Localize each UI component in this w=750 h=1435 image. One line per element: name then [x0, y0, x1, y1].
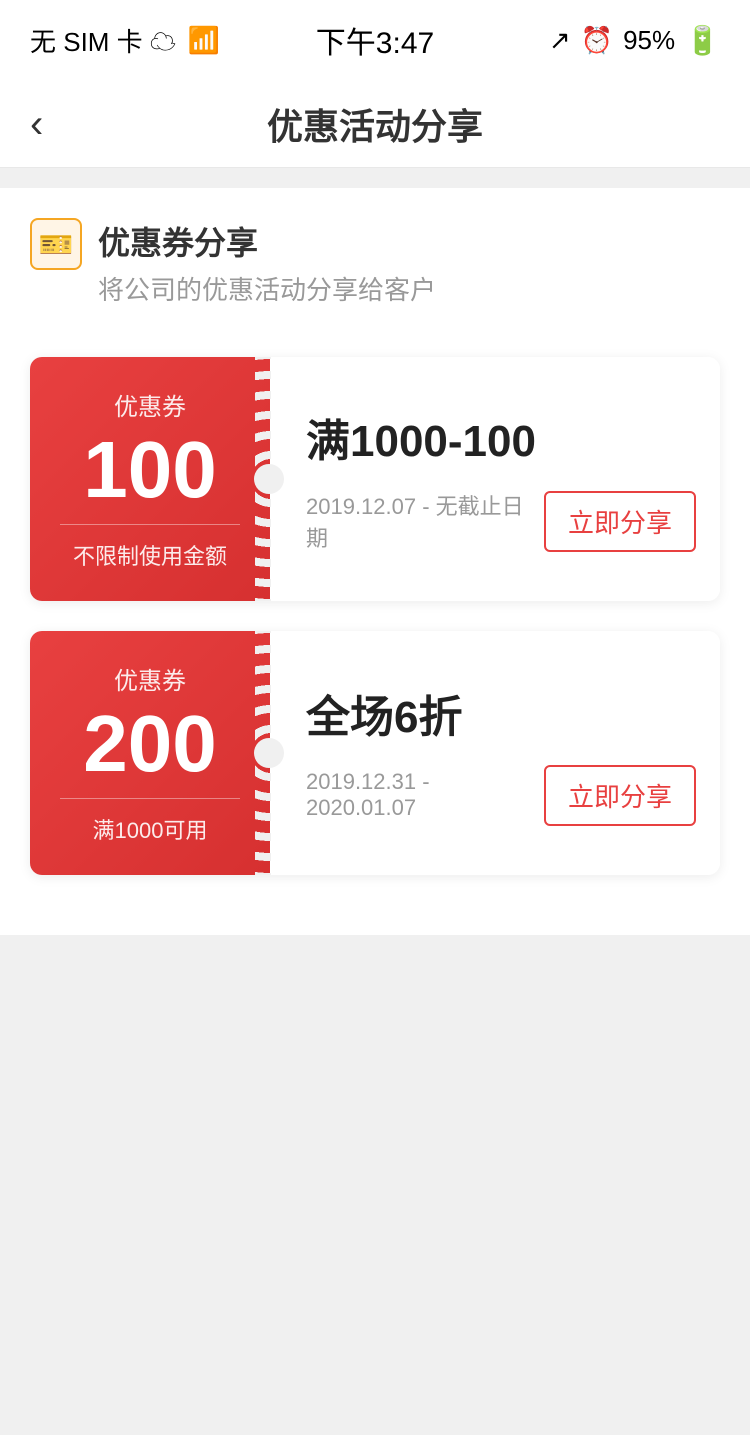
status-left: 无 SIM 卡 ☁ 📶 [30, 22, 220, 59]
section-title: 优惠券分享 [98, 218, 436, 264]
coupon-right-2: 全场6折 2019.12.31 - 2020.01.07 立即分享 [270, 631, 720, 875]
share-button-2[interactable]: 立即分享 [544, 765, 696, 826]
coupon-name-2: 全场6折 [306, 681, 696, 745]
coupon-left-2: 优惠券 200 满1000可用 [30, 631, 270, 875]
coupon-meta-2: 2019.12.31 - 2020.01.07 立即分享 [306, 765, 696, 826]
page-title: 优惠活动分享 [267, 98, 483, 150]
coupon-condition-2: 满1000可用 [93, 813, 208, 845]
nav-bar: ‹ 优惠活动分享 [0, 80, 750, 168]
coupon-tag-2: 优惠券 [114, 661, 186, 696]
share-button-1[interactable]: 立即分享 [544, 491, 696, 552]
carrier-text: 无 SIM 卡 ☁ [30, 22, 176, 59]
coupon-tag-1: 优惠券 [114, 387, 186, 422]
section-header: 🎫 优惠券分享 将公司的优惠活动分享给客户 [0, 188, 750, 327]
coupon-card-1: 优惠券 100 不限制使用金额 满1000-100 2019.12.07 - 无… [30, 357, 720, 601]
coupon-condition-1: 不限制使用金额 [73, 539, 227, 571]
coupon-list: 优惠券 100 不限制使用金额 满1000-100 2019.12.07 - 无… [0, 327, 750, 935]
back-button[interactable]: ‹ [30, 104, 43, 144]
coupon-left-1: 优惠券 100 不限制使用金额 [30, 357, 270, 601]
coupon-date-1: 2019.12.07 - 无截止日期 [306, 489, 532, 553]
coupon-divider-1 [60, 524, 240, 525]
coupon-card-2: 优惠券 200 满1000可用 全场6折 2019.12.31 - 2020.0… [30, 631, 720, 875]
status-right: ↗ ⏰ 95% 🔋 [549, 24, 720, 57]
status-bar: 无 SIM 卡 ☁ 📶 下午3:47 ↗ ⏰ 95% 🔋 [0, 0, 750, 80]
coupon-notch-2 [254, 738, 284, 768]
empty-background [0, 935, 750, 1435]
coupon-name-1: 满1000-100 [306, 405, 696, 469]
battery-icon: 🔋 [685, 24, 720, 57]
section-subtitle: 将公司的优惠活动分享给客户 [98, 270, 436, 307]
location-icon: ↗ [549, 25, 571, 56]
status-time: 下午3:47 [316, 18, 434, 62]
coupon-meta-1: 2019.12.07 - 无截止日期 立即分享 [306, 489, 696, 553]
wifi-icon: 📶 [188, 25, 220, 56]
coupon-notch-1 [254, 464, 284, 494]
alarm-icon: ⏰ [581, 25, 613, 56]
coupon-amount-1: 100 [83, 430, 216, 510]
coupon-divider-2 [60, 798, 240, 799]
coupon-right-1: 满1000-100 2019.12.07 - 无截止日期 立即分享 [270, 357, 720, 601]
coupon-date-2: 2019.12.31 - 2020.01.07 [306, 769, 532, 821]
section-text: 优惠券分享 将公司的优惠活动分享给客户 [98, 218, 436, 307]
battery-text: 95% [623, 25, 675, 56]
coupon-amount-2: 200 [83, 704, 216, 784]
coupon-section-icon: 🎫 [30, 218, 82, 270]
